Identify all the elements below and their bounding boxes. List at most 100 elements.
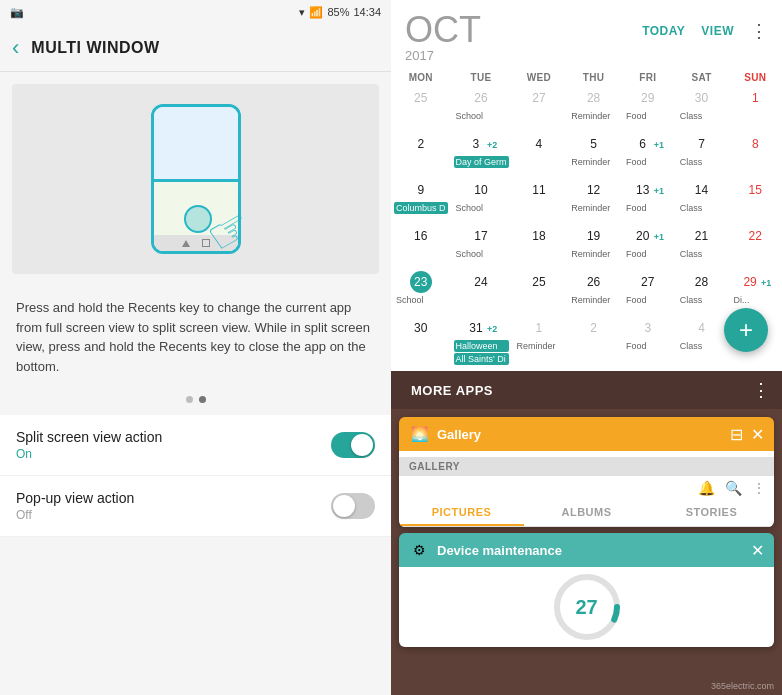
cal-day[interactable]: 17School (451, 224, 512, 270)
gallery-tab-pictures[interactable]: PICTURES (399, 500, 524, 526)
calendar-year: 2017 (405, 48, 481, 63)
status-bar-left: 📷 (10, 6, 24, 19)
recents-more-icon[interactable]: ⋮ (752, 379, 770, 401)
cal-day[interactable]: 14Class (675, 178, 729, 224)
calendar-week-2: 2 3+2Day of Germ 4 5Reminder 6+1Food 7Cl… (391, 132, 782, 178)
gallery-app-name: Gallery (437, 427, 722, 442)
wifi-icon: ▾ (299, 6, 305, 19)
cal-day[interactable]: 27 (512, 86, 567, 132)
popup-view-title: Pop-up view action (16, 490, 134, 506)
calendar-header: OCT 2017 TODAY VIEW ⋮ (391, 0, 782, 69)
popup-view-subtitle: Off (16, 508, 134, 522)
recents-header: MORE APPS ⋮ (391, 371, 782, 409)
gauge-number: 27 (575, 596, 597, 619)
cal-day[interactable]: 6+1Food (621, 132, 675, 178)
calendar-more-icon[interactable]: ⋮ (750, 20, 768, 42)
gallery-tab-albums[interactable]: ALBUMS (524, 500, 649, 526)
popup-view-toggle-thumb (333, 495, 355, 517)
cal-day[interactable]: 15 (728, 178, 782, 224)
cal-day[interactable]: 12Reminder (566, 178, 621, 224)
maintenance-close-button[interactable]: ✕ (751, 541, 764, 560)
description-text: Press and hold the Recents key to change… (0, 286, 391, 388)
weekday-fri: FRI (621, 69, 675, 86)
cal-day[interactable]: 25 (512, 270, 567, 316)
camera-icon: 📷 (10, 6, 24, 19)
gallery-more-icon[interactable]: ⋮ (752, 480, 766, 496)
cal-day[interactable]: 1 (728, 86, 782, 132)
cal-day[interactable]: 2 (391, 132, 451, 178)
popup-view-toggle[interactable] (331, 493, 375, 519)
app-cards: 🌅 Gallery ⊟ ✕ GALLERY 🔔 🔍 ⋮ PICT (391, 409, 782, 655)
cal-day[interactable]: 30 (391, 316, 451, 367)
weekday-sun: SUN (728, 69, 782, 86)
split-screen-item-left: Split screen view action On (16, 429, 162, 461)
calendar-month-year: OCT 2017 (405, 12, 481, 63)
view-button[interactable]: VIEW (701, 24, 734, 38)
dots-indicator (0, 388, 391, 411)
cal-day[interactable]: 7Class (675, 132, 729, 178)
gallery-notification-icon[interactable]: 🔔 (698, 480, 715, 496)
calendar-section: OCT 2017 TODAY VIEW ⋮ MON TUE WED THU FR… (391, 0, 782, 371)
dot-1[interactable] (186, 396, 193, 403)
gauge-container: 27 (547, 567, 627, 647)
cal-day[interactable]: 28Class (675, 270, 729, 316)
cal-day[interactable]: 26Reminder (566, 270, 621, 316)
gallery-search-icon[interactable]: 🔍 (725, 480, 742, 496)
cal-day[interactable]: 25 (391, 86, 451, 132)
weekday-mon: MON (391, 69, 451, 86)
dot-2[interactable] (199, 396, 206, 403)
cal-day[interactable]: 3Food (621, 316, 675, 367)
cal-day[interactable]: 31+2HalloweenAll Saints' Di (451, 316, 512, 367)
weekday-tue: TUE (451, 69, 512, 86)
cal-day[interactable]: 10School (451, 178, 512, 224)
calendar-week-3: 9Columbus D 10School 11 12Reminder 13+1F… (391, 178, 782, 224)
calendar-grid: MON TUE WED THU FRI SAT SUN 25 26School … (391, 69, 782, 367)
calendar-week-5: 23School 24 25 26Reminder 27Food 28Class… (391, 270, 782, 316)
cal-day[interactable]: 13+1Food (621, 178, 675, 224)
cal-day[interactable]: 11 (512, 178, 567, 224)
status-bar-right: ▾ 📶 85% 14:34 (299, 6, 381, 19)
cal-day[interactable]: 24 (451, 270, 512, 316)
cal-day[interactable]: 26School (451, 86, 512, 132)
cal-day[interactable]: 18 (512, 224, 567, 270)
cal-day[interactable]: 4Class (675, 316, 729, 367)
cal-day[interactable]: 30Class (675, 86, 729, 132)
cal-day[interactable]: 19Reminder (566, 224, 621, 270)
battery-level: 85% (327, 6, 349, 18)
calendar-month: OCT (405, 12, 481, 48)
calendar-actions: TODAY VIEW ⋮ (642, 20, 768, 42)
cal-day[interactable]: 2 (566, 316, 621, 367)
cal-day[interactable]: 29Food (621, 86, 675, 132)
popup-view-item-left: Pop-up view action Off (16, 490, 134, 522)
maintenance-app-icon: ⚙ (409, 540, 429, 560)
cal-day[interactable]: 20+1Food (621, 224, 675, 270)
calendar-week-6: 30 31+2HalloweenAll Saints' Di 1Reminder… (391, 316, 782, 367)
cal-day[interactable]: 22 (728, 224, 782, 270)
today-button[interactable]: TODAY (642, 24, 685, 38)
cal-day[interactable]: 4 (512, 132, 567, 178)
maintenance-card-header: ⚙ Device maintenance ✕ (399, 533, 774, 567)
fab-add-button[interactable]: + (724, 308, 768, 352)
cal-day[interactable]: 3+2Day of Germ (451, 132, 512, 178)
cal-day[interactable]: 21Class (675, 224, 729, 270)
cal-day[interactable]: 5Reminder (566, 132, 621, 178)
gallery-card-header: 🌅 Gallery ⊟ ✕ (399, 417, 774, 451)
gallery-tab-stories[interactable]: STORIES (649, 500, 774, 526)
right-panel: OCT 2017 TODAY VIEW ⋮ MON TUE WED THU FR… (391, 0, 782, 695)
back-button[interactable]: ‹ (12, 35, 19, 61)
cal-day[interactable]: 9Columbus D (391, 178, 451, 224)
recents-title: MORE APPS (411, 383, 493, 398)
split-screen-subtitle: On (16, 447, 162, 461)
cal-day[interactable]: 16 (391, 224, 451, 270)
gallery-copy-icon[interactable]: ⊟ (730, 425, 743, 444)
cal-day[interactable]: 23School (391, 270, 451, 316)
cal-day[interactable]: 28Reminder (566, 86, 621, 132)
left-panel: 📷 ▾ 📶 85% 14:34 ‹ MULTI WINDOW (0, 0, 391, 695)
gallery-icons-row: 🔔 🔍 ⋮ (399, 476, 774, 500)
cal-day[interactable]: 27Food (621, 270, 675, 316)
cal-day[interactable]: 8 (728, 132, 782, 178)
cal-day[interactable]: 1Reminder (512, 316, 567, 367)
gallery-close-button[interactable]: ✕ (751, 425, 764, 444)
weekday-thu: THU (566, 69, 621, 86)
split-screen-toggle[interactable] (331, 432, 375, 458)
